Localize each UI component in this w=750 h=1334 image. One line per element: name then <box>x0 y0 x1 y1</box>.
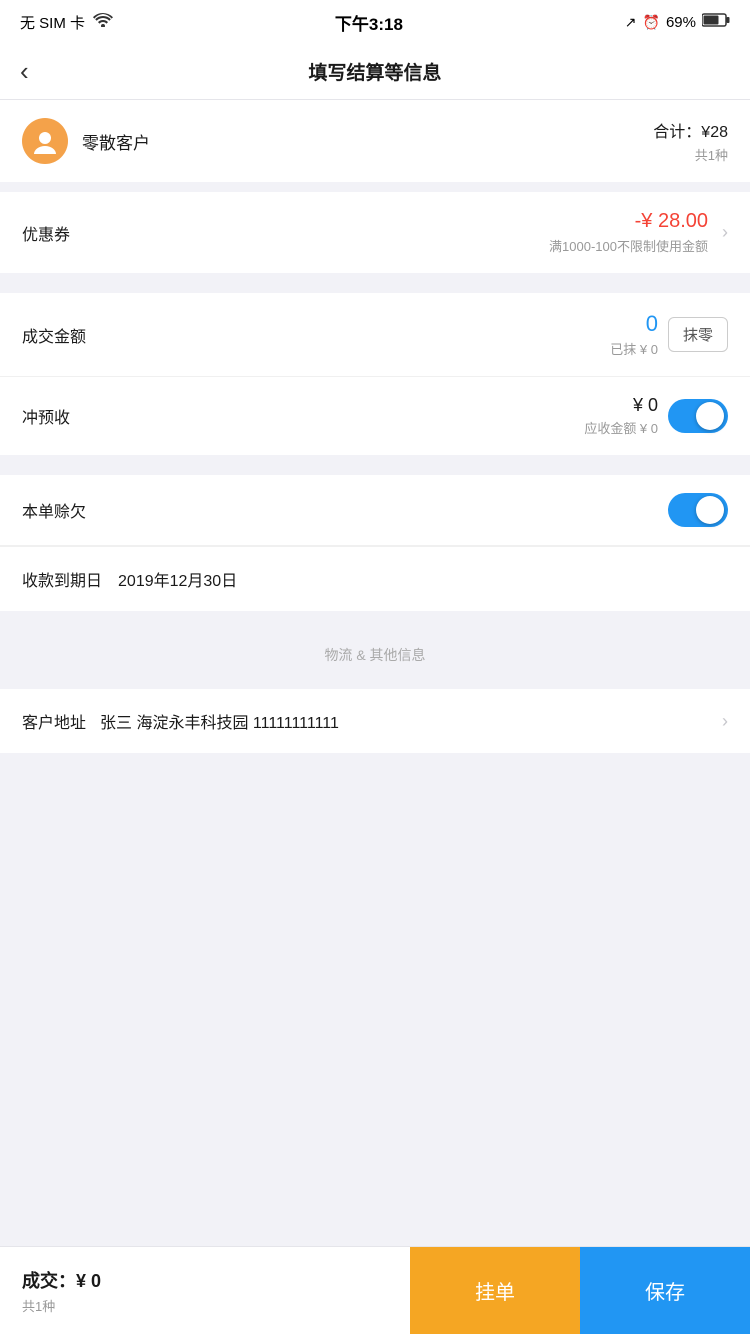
coupon-right: -¥ 28.00 满1000-100不限制使用金额 › <box>549 210 728 255</box>
status-bar: 无 SIM 卡 下午3:18 ↗ ⏰ 69% <box>0 0 750 44</box>
deal-label: 成交金额 <box>22 323 86 347</box>
logistics-label: 物流 & 其他信息 <box>0 631 750 679</box>
bottom-bar: 成交：¥ 0 共1种 挂单 保存 <box>0 1246 750 1334</box>
coupon-chevron: › <box>722 222 728 243</box>
wifi-icon <box>93 13 113 31</box>
customer-total: 合计：¥28 <box>653 118 728 142</box>
customer-count: 共1种 <box>653 145 728 164</box>
gap2 <box>0 465 750 475</box>
deal-section: 成交金额 0 已抹 ¥ 0 抹零 冲预收 ¥ 0 应收金额 ¥ 0 <box>0 293 750 455</box>
prepaid-right: ¥ 0 应收金额 ¥ 0 <box>584 395 728 437</box>
deal-sub: 已抹 ¥ 0 <box>610 339 658 358</box>
coupon-row[interactable]: 优惠券 -¥ 28.00 满1000-100不限制使用金额 › <box>0 192 750 273</box>
bottom-deal-prefix: 成交： <box>22 1271 76 1291</box>
gap3 <box>0 621 750 631</box>
address-chevron: › <box>722 711 728 732</box>
prepaid-sub: 应收金额 ¥ 0 <box>584 418 658 437</box>
battery-text: 69% <box>666 14 696 31</box>
status-left: 无 SIM 卡 <box>20 12 113 33</box>
logistics-header: 物流 & 其他信息 <box>0 631 750 679</box>
coupon-amount: -¥ 28.00 <box>549 210 708 233</box>
customer-avatar <box>22 118 68 164</box>
prepaid-row: 冲预收 ¥ 0 应收金额 ¥ 0 <box>0 377 750 455</box>
deal-value: 0 <box>610 311 658 337</box>
due-date-row[interactable]: 收款到期日 2019年12月30日 <box>0 546 750 611</box>
battery-icon <box>702 13 730 31</box>
customer-name: 零散客户 <box>82 129 150 154</box>
prepaid-toggle[interactable] <box>668 399 728 433</box>
bottom-count: 共1种 <box>22 1296 388 1315</box>
credit-right <box>668 493 728 527</box>
hold-button[interactable]: 挂单 <box>410 1247 580 1334</box>
customer-left: 零散客户 <box>22 118 150 164</box>
address-label: 客户地址 <box>22 709 86 733</box>
status-right: ↗ ⏰ 69% <box>625 13 730 31</box>
round-zero-button[interactable]: 抹零 <box>668 317 728 352</box>
coupon-section: 优惠券 -¥ 28.00 满1000-100不限制使用金额 › <box>0 192 750 273</box>
prepaid-label: 冲预收 <box>22 404 70 428</box>
bottom-deal-amount: ¥ 0 <box>76 1271 101 1291</box>
coupon-sub: 满1000-100不限制使用金额 <box>549 236 708 255</box>
status-time: 下午3:18 <box>335 10 403 35</box>
carrier-text: 无 SIM 卡 <box>20 12 85 33</box>
address-row[interactable]: 客户地址 张三 海淀永丰科技园 11111111111 › <box>0 689 750 753</box>
credit-label: 本单赊欠 <box>22 498 86 522</box>
credit-toggle-knob <box>696 496 724 524</box>
customer-right: 合计：¥28 共1种 <box>653 118 728 164</box>
deal-row: 成交金额 0 已抹 ¥ 0 抹零 <box>0 293 750 377</box>
deal-right: 0 已抹 ¥ 0 抹零 <box>610 311 728 358</box>
credit-toggle[interactable] <box>668 493 728 527</box>
due-date-value: 2019年12月30日 <box>118 567 237 591</box>
alarm-icon: ⏰ <box>643 14 660 31</box>
location-icon: ↗ <box>625 14 637 31</box>
back-button[interactable]: ‹ <box>20 56 29 87</box>
address-value: 张三 海淀永丰科技园 11111111111 <box>100 709 718 733</box>
credit-section: 本单赊欠 收款到期日 2019年12月30日 <box>0 475 750 611</box>
save-button[interactable]: 保存 <box>580 1247 750 1334</box>
gap1 <box>0 283 750 293</box>
due-date-label: 收款到期日 <box>22 567 102 591</box>
bottom-deal-text: 成交：¥ 0 <box>22 1267 388 1293</box>
page-title: 填写结算等信息 <box>308 58 441 85</box>
customer-row: 零散客户 合计：¥28 共1种 <box>0 100 750 182</box>
nav-bar: ‹ 填写结算等信息 <box>0 44 750 100</box>
coupon-label: 优惠券 <box>22 221 70 245</box>
credit-row: 本单赊欠 <box>0 475 750 546</box>
content-area: 零散客户 合计：¥28 共1种 优惠券 -¥ 28.00 满1000-100不限… <box>0 100 750 853</box>
bottom-info: 成交：¥ 0 共1种 <box>0 1267 410 1315</box>
toggle-knob <box>696 402 724 430</box>
prepaid-value: ¥ 0 <box>584 395 658 416</box>
